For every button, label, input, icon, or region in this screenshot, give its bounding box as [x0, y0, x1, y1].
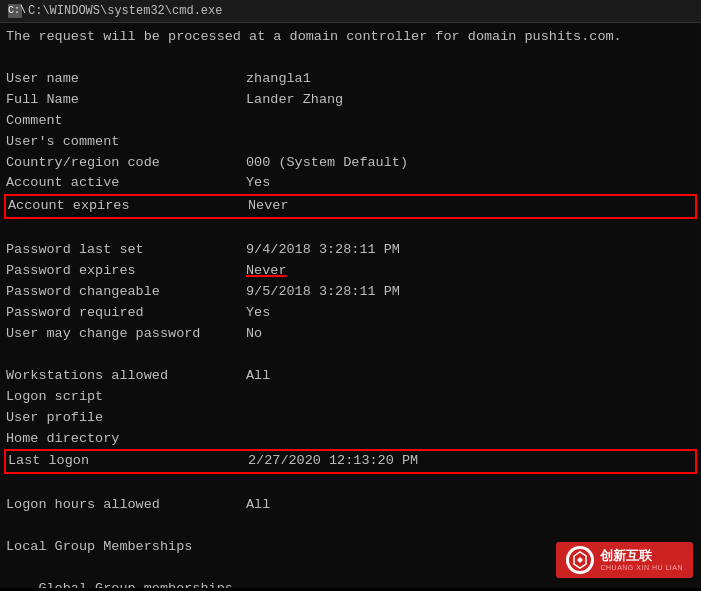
account-expires-row: Account expiresNever [4, 194, 697, 219]
blank-1 [6, 48, 695, 69]
watermark: 创新互联 CHUANG XIN HU LIAN [556, 542, 693, 578]
home-directory-row: Home directory [6, 429, 695, 450]
watermark-text: 创新互联 CHUANG XIN HU LIAN [600, 548, 683, 572]
pwd-last-set-row: Password last set9/4/2018 3:28:11 PM [6, 240, 695, 261]
watermark-logo [566, 546, 594, 574]
user-may-change-row: User may change passwordNo [6, 324, 695, 345]
cmd-body: The request will be processed at a domai… [0, 23, 701, 588]
user-profile-row: User profile [6, 408, 695, 429]
blank-5 [6, 516, 695, 537]
pwd-changeable-row: Password changeable9/5/2018 3:28:11 PM [6, 282, 695, 303]
fullname-row: Full NameLander Zhang [6, 90, 695, 111]
pwd-expires-row: Password expiresNever [6, 261, 695, 282]
account-active-row: Account activeYes [6, 173, 695, 194]
logon-hours-row: Logon hours allowedAll [6, 495, 695, 516]
blank-3 [6, 345, 695, 366]
window-title: C:\WINDOWS\system32\cmd.exe [28, 4, 222, 18]
request-line: The request will be processed at a domai… [6, 27, 695, 48]
country-row: Country/region code000 (System Default) [6, 153, 695, 174]
pwd-required-row: Password requiredYes [6, 303, 695, 324]
last-logon-row: Last logon2/27/2020 12:13:20 PM [4, 449, 697, 474]
cmd-icon: C:\ [8, 4, 22, 18]
blank-4 [6, 474, 695, 495]
logon-script-row: Logon script [6, 387, 695, 408]
users-comment-row: User's comment [6, 132, 695, 153]
title-bar: C:\ C:\WINDOWS\system32\cmd.exe [0, 0, 701, 23]
comment-row: Comment [6, 111, 695, 132]
blank-2 [6, 219, 695, 240]
workstations-row: Workstations allowedAll [6, 366, 695, 387]
username-row: User namezhangla1 [6, 69, 695, 90]
